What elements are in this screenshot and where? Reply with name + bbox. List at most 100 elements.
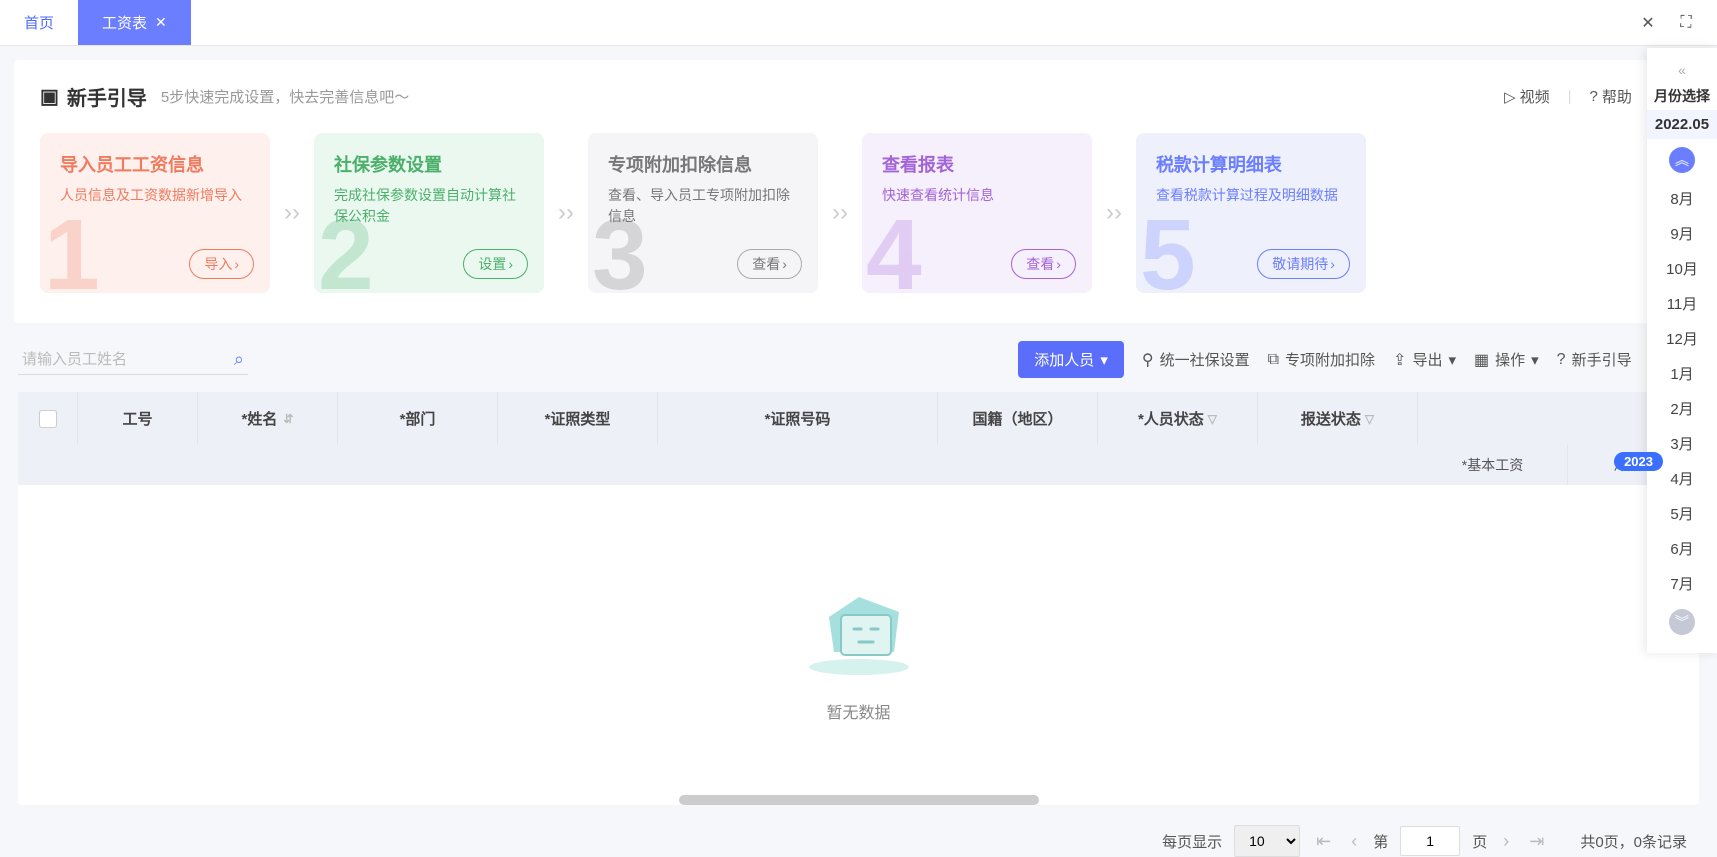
guide-link[interactable]: ?新手引导 [1557,349,1632,370]
last-page-icon[interactable]: ⇥ [1525,831,1548,852]
filter-icon[interactable]: ▽ [1365,412,1374,426]
search-icon[interactable]: ⌕ [234,349,244,370]
per-page-label: 每页显示 [1162,831,1222,852]
h-scrollbar[interactable] [679,795,1039,805]
month-panel-title: 月份选择 [1647,82,1717,110]
collapse-panel-icon[interactable]: « [1647,58,1717,82]
chevron-right-icon: › [782,256,787,272]
guide-subtitle: 5步快速完成设置，快去完善信息吧～ [161,86,409,107]
year-badge: 2023 [1614,452,1663,471]
col-checkbox [18,392,78,445]
month-item[interactable]: 6月 [1647,531,1717,566]
grid-icon: ▦ [1474,350,1489,370]
tab-bar: 首页 工资表 ✕ [0,0,1717,46]
tab-home[interactable]: 首页 [0,0,78,45]
prev-page-icon[interactable]: ‹ [1347,831,1361,852]
step-settings-button[interactable]: 设置› [463,249,528,279]
step-social: 2 社保参数设置 完成社保参数设置自动计算社保公积金 设置› [314,133,544,293]
month-list: 8月 9月 10月 11月 12月 1月 2月 3月 4月 5月 6月 7月 [1647,181,1717,601]
people-icon: ⚲ [1142,350,1154,370]
add-person-button[interactable]: 添加人员▾ [1018,341,1124,378]
tab-payroll-label: 工资表 [102,12,147,33]
play-icon: ▷ [1504,88,1516,106]
month-item[interactable]: 10月 [1647,251,1717,286]
search-box: ⌕ [18,345,248,375]
chevron-right-icon: ›› [1102,199,1126,227]
empty-text: 暂无数据 [826,699,890,723]
step-wait-button[interactable]: 敬请期待› [1257,249,1350,279]
help-link[interactable]: ?帮助 [1590,86,1632,107]
scroll-down-icon[interactable]: ︾ [1669,609,1695,635]
empty-illustration [799,557,919,677]
scan-icon: ⧉ [1268,351,1279,369]
empty-state: 暂无数据 [18,485,1699,795]
chevron-right-icon: › [234,256,239,272]
window-controls: ✕ ⛶ [1635,10,1699,36]
month-item[interactable]: 9月 [1647,216,1717,251]
chevron-right-icon: › [1330,256,1335,272]
operate-link[interactable]: ▦操作▾ [1474,349,1539,370]
help-icon: ? [1557,351,1566,369]
month-item[interactable]: 12月 [1647,321,1717,356]
col-report[interactable]: 报送状态▽ [1258,392,1418,445]
chevron-down-icon: ▾ [1448,351,1456,369]
scroll-up-icon[interactable]: ︽ [1669,147,1695,173]
chevron-right-icon: ›› [828,199,852,227]
social-settings-link[interactable]: ⚲统一社保设置 [1142,349,1250,370]
payroll-table: 工号 *姓名 *部门 *证照类型 *证照号码 国籍（地区） *人员状态▽ 报送状… [18,392,1699,805]
chevron-right-icon: › [508,256,513,272]
toolbar: ⌕ 添加人员▾ ⚲统一社保设置 ⧉专项附加扣除 ⇪导出▾ ▦操作▾ ?新手引导 … [18,341,1699,378]
current-month: 2022.05 [1647,110,1717,139]
col-empno[interactable]: 工号 [78,392,198,445]
close-icon[interactable]: ✕ [1635,10,1661,36]
page-summary: 共0页，0条记录 [1580,831,1687,852]
col-status[interactable]: *人员状态▽ [1098,392,1258,445]
filter-icon[interactable]: ▽ [1208,412,1217,426]
page-input[interactable] [1400,826,1460,856]
step-report: 4 查看报表 快速查看统计信息 查看› [862,133,1092,293]
col-dept[interactable]: *部门 [338,392,498,445]
chevron-down-icon: ▾ [1100,351,1108,369]
month-item[interactable]: 5月 [1647,496,1717,531]
month-item[interactable]: 1月 [1647,356,1717,391]
first-page-icon[interactable]: ⇤ [1312,831,1335,852]
month-selector-panel: « 月份选择 2022.05 ︽ 8月 9月 10月 11月 12月 1月 2月… [1647,48,1717,653]
month-item[interactable]: 8月 [1647,181,1717,216]
month-item[interactable]: 11月 [1647,286,1717,321]
step-tax: 5 税款计算明细表 查看税款计算过程及明细数据 敬请期待› [1136,133,1366,293]
col-name[interactable]: *姓名 [198,392,338,445]
chevron-right-icon: ›› [554,199,578,227]
step-deduction: 3 专项附加扣除信息 查看、导入员工专项附加扣除信息 查看› [588,133,818,293]
col-nationality[interactable]: 国籍（地区） [938,392,1098,445]
export-link[interactable]: ⇪导出▾ [1393,349,1456,370]
col-idtype[interactable]: *证照类型 [498,392,658,445]
month-item[interactable]: 7月 [1647,566,1717,601]
step-import-button[interactable]: 导入› [189,249,254,279]
step-import: 1 导入员工工资信息 人员信息及工资数据新增导入 导入› [40,133,270,293]
chevron-right-icon: ›› [280,199,304,227]
book-icon: ▣ [40,84,59,109]
step-view-button[interactable]: 查看› [737,249,802,279]
special-deduct-link[interactable]: ⧉专项附加扣除 [1268,349,1375,370]
step-report-button[interactable]: 查看› [1011,249,1076,279]
col-base-salary[interactable]: *基本工资 [1418,445,1568,485]
select-all-checkbox[interactable] [39,410,57,428]
onboarding-panel: ▣ 新手引导 5步快速完成设置，快去完善信息吧～ ▷视频 | ?帮助 ✕ 1 导… [14,60,1703,323]
export-icon: ⇪ [1393,350,1406,370]
video-link[interactable]: ▷视频 [1504,86,1550,107]
month-item[interactable]: 2月 [1647,391,1717,426]
guide-title: ▣ 新手引导 [40,82,147,111]
tab-payroll[interactable]: 工资表 ✕ [78,0,191,45]
next-page-icon[interactable]: › [1499,831,1513,852]
pagination: 每页显示 10 ⇤ ‹ 第 页 › ⇥ 共0页，0条记录 [0,825,1687,857]
search-input[interactable] [18,345,248,375]
chevron-right-icon: › [1056,256,1061,272]
chevron-down-icon: ▾ [1531,351,1539,369]
fullscreen-icon[interactable]: ⛶ [1673,10,1699,36]
steps-row: 1 导入员工工资信息 人员信息及工资数据新增导入 导入› ›› 2 社保参数设置… [40,133,1677,293]
close-tab-icon[interactable]: ✕ [155,14,167,31]
help-icon: ? [1590,88,1598,105]
table-header: 工号 *姓名 *部门 *证照类型 *证照号码 国籍（地区） *人员状态▽ 报送状… [18,392,1699,445]
col-idno[interactable]: *证照号码 [658,392,938,445]
page-size-select[interactable]: 10 [1234,825,1300,857]
